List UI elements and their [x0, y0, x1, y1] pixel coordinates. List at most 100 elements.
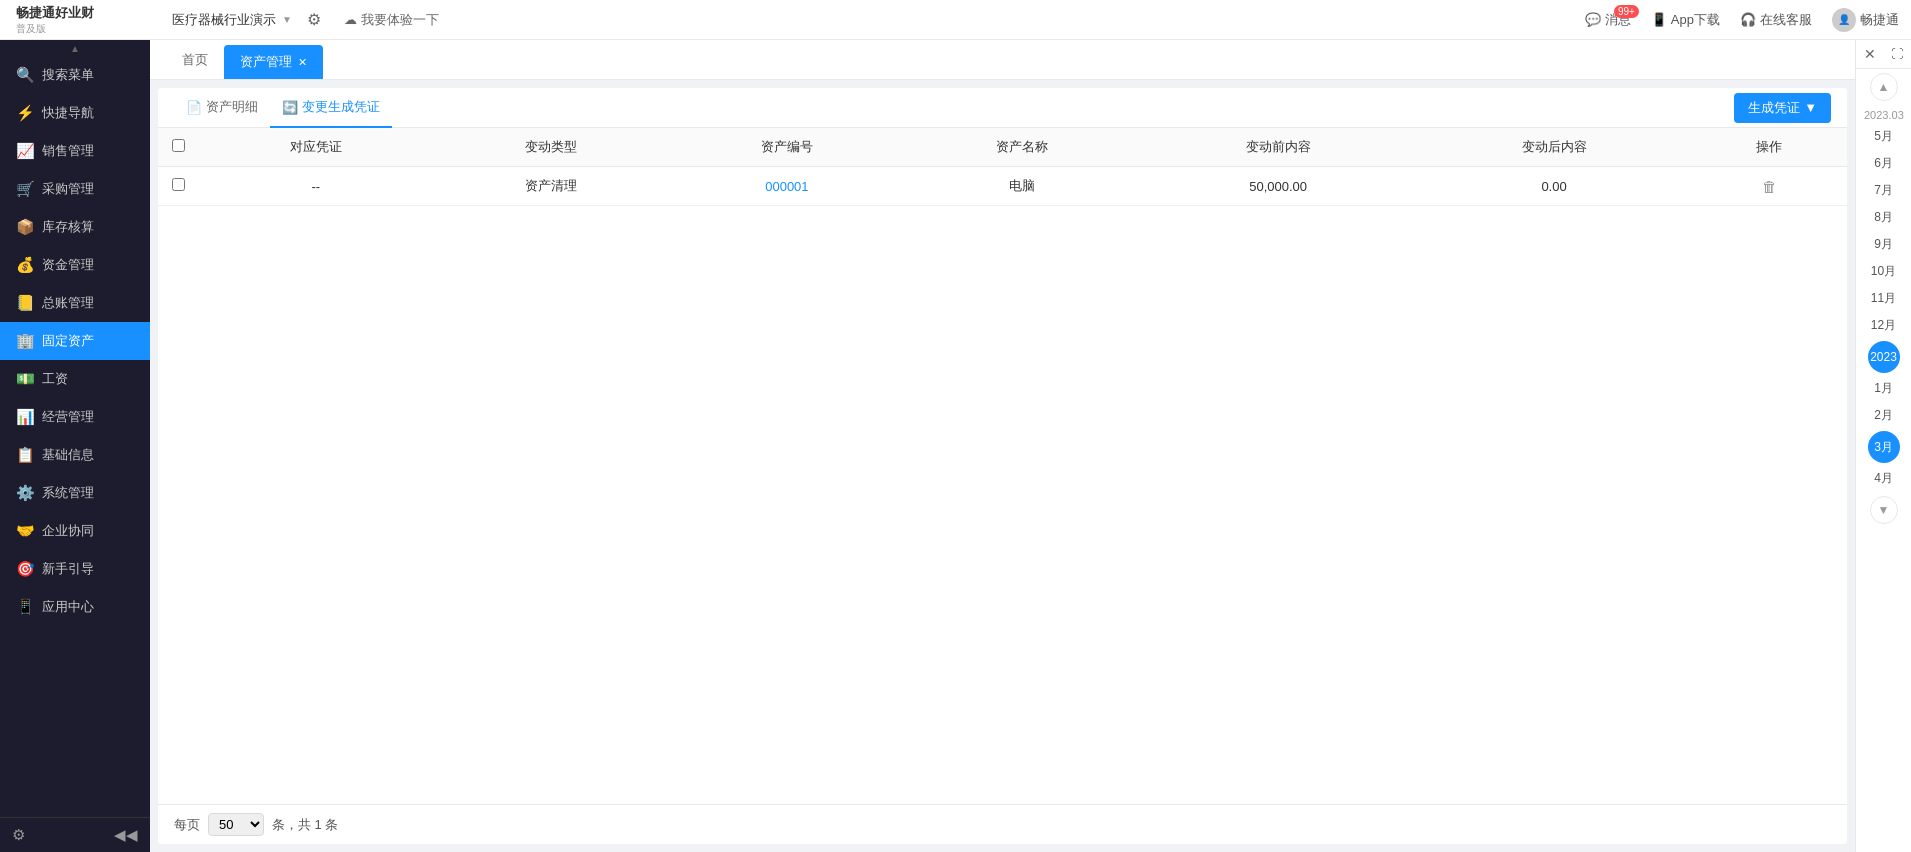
sidebar-item-basicinfo[interactable]: 📋基础信息 [0, 436, 150, 474]
sidebar-item-cooperation[interactable]: 🤝企业协同 [0, 512, 150, 550]
table-header-checkbox [158, 128, 198, 167]
main-layout: ▲ 🔍 搜索菜单 ⚡ 快捷导航 📈 销售管理 🛒采购管理📦库存核算💰资金管理📒总账管理 🏢 固定… [0, 40, 1911, 852]
sub-tab-bar: 📄 资产明细 🔄 变更生成凭证 生成凭证 ▼ [158, 88, 1847, 128]
month-item-8月[interactable]: 8月 [1856, 204, 1911, 231]
sidebar-label-ledger: 总账管理 [42, 294, 94, 312]
month-item-12月[interactable]: 12月 [1856, 312, 1911, 339]
month-item-11月[interactable]: 11月 [1856, 285, 1911, 312]
guide-icon: 🎯 [16, 560, 34, 578]
sidebar-item-salary[interactable]: 💵 工资 [0, 360, 150, 398]
username-label: 畅捷通 [1860, 11, 1899, 29]
month-item-1月[interactable]: 1月 [1856, 375, 1911, 402]
logo-sub: 普及版 [16, 22, 46, 36]
delete-icon-0[interactable]: 🗑 [1762, 178, 1777, 195]
sidebar-label-salary: 工资 [42, 370, 68, 388]
sidebar-label-inventory: 库存核算 [42, 218, 94, 236]
quicknav-icon: ⚡ [16, 104, 34, 122]
sidebar-label-appcenter: 应用中心 [42, 598, 94, 616]
appcenter-icon: 📱 [16, 598, 34, 616]
generate-voucher-button[interactable]: 生成凭证 ▼ [1734, 93, 1831, 123]
user-action[interactable]: 👤 畅捷通 [1832, 8, 1899, 32]
sub-tab-asset-detail[interactable]: 📄 资产明细 [174, 88, 270, 128]
sidebar-collapse-icon[interactable]: ◀◀ [114, 826, 138, 844]
top-header: 畅捷通好业财 普及版 医疗器械行业演示 ▼ ⚙ ☁ 我要体验一下 💬 消息 99… [0, 0, 1911, 40]
messages-badge: 99+ [1614, 5, 1639, 18]
online-service-label: 在线客服 [1760, 11, 1812, 29]
company-selector[interactable]: 医疗器械行业演示 ▼ [172, 11, 292, 29]
tab-asset-mgmt[interactable]: 资产管理 ✕ [224, 45, 323, 79]
fixedassets-icon: 🏢 [16, 332, 34, 350]
sidebar-item-quicknav[interactable]: ⚡ 快捷导航 [0, 94, 150, 132]
online-service-action[interactable]: 🎧 在线客服 [1740, 11, 1812, 29]
page-content: 📄 资产明细 🔄 变更生成凭证 生成凭证 ▼ [158, 88, 1847, 844]
month-item-9月[interactable]: 9月 [1856, 231, 1911, 258]
right-panel: ✕ ⛶ ▲ 2023.03 5月6月7月8月9月10月11月12月 2023 1… [1855, 40, 1911, 852]
sidebar-label-search: 搜索菜单 [42, 66, 94, 84]
scroll-up-arrow[interactable]: ▲ [1870, 73, 1898, 101]
sidebar-item-fixedassets[interactable]: 🏢 固定资产 [0, 322, 150, 360]
sidebar-item-search[interactable]: 🔍 搜索菜单 [0, 56, 150, 94]
right-panel-expand[interactable]: ⛶ [1891, 47, 1903, 61]
sidebar-label-sales: 销售管理 [42, 142, 94, 160]
salary-icon: 💵 [16, 370, 34, 388]
tab-home[interactable]: 首页 [166, 43, 224, 79]
month-item-2月[interactable]: 2月 [1856, 402, 1911, 429]
messages-action[interactable]: 💬 消息 99+ [1585, 11, 1631, 29]
sidebar-item-inventory[interactable]: 📦库存核算 [0, 208, 150, 246]
table-row: -- 资产清理 000001 电脑 50,000.00 0.00 🗑 [158, 167, 1847, 206]
table-footer: 每页 102050100 条，共 1 条 [158, 804, 1847, 844]
phone-icon: 📱 [1651, 12, 1667, 27]
sidebar-item-sales[interactable]: 📈 销售管理 [0, 132, 150, 170]
year-marker-2023[interactable]: 2023 [1868, 341, 1900, 373]
month-item-6月[interactable]: 6月 [1856, 150, 1911, 177]
message-icon: 💬 [1585, 12, 1601, 27]
sidebar-label-quicknav: 快捷导航 [42, 104, 94, 122]
basicinfo-icon: 📋 [16, 446, 34, 464]
app-download-action[interactable]: 📱 App下载 [1651, 11, 1720, 29]
cell-before-0: 50,000.00 [1140, 167, 1416, 206]
experience-button[interactable]: ☁ 我要体验一下 [344, 11, 439, 29]
sidebar-item-guide[interactable]: 🎯新手引导 [0, 550, 150, 588]
month-item-5月[interactable]: 5月 [1856, 123, 1911, 150]
search-icon: 🔍 [16, 66, 34, 84]
chevron-down-icon: ▼ [282, 14, 292, 25]
content-area: 首页 资产管理 ✕ 📄 资产明细 🔄 变更生成凭证 生成凭证 [150, 40, 1855, 852]
month-item-3月[interactable]: 3月 [1868, 431, 1900, 463]
month-item-7月[interactable]: 7月 [1856, 177, 1911, 204]
scroll-down-arrow[interactable]: ▼ [1870, 496, 1898, 524]
sidebar-item-ledger[interactable]: 📒总账管理 [0, 284, 150, 322]
total-label: 条，共 1 条 [272, 816, 338, 834]
sidebar-gear-icon[interactable]: ⚙ [12, 826, 25, 844]
sales-icon: 📈 [16, 142, 34, 160]
app-download-label: App下载 [1671, 11, 1720, 29]
row-select-0[interactable] [172, 178, 185, 191]
sidebar-label-system: 系统管理 [42, 484, 94, 502]
sub-tab-change-voucher[interactable]: 🔄 变更生成凭证 [270, 88, 392, 128]
generate-voucher-label: 生成凭证 [1748, 99, 1800, 117]
per-page-select[interactable]: 102050100 [208, 813, 264, 836]
headset-icon: 🎧 [1740, 12, 1756, 27]
months-before: 5月6月7月8月9月10月11月12月 [1856, 123, 1911, 339]
col-action: 操作 [1692, 128, 1847, 167]
right-panel-close[interactable]: ✕ [1864, 46, 1876, 62]
select-all-checkbox[interactable] [172, 139, 185, 152]
cell-change-type-0: 资产清理 [434, 167, 670, 206]
sidebar-item-system[interactable]: ⚙️系统管理 [0, 474, 150, 512]
sidebar-nav: 🔍 搜索菜单 ⚡ 快捷导航 📈 销售管理 🛒采购管理📦库存核算💰资金管理📒总账管理 🏢 固定资产… [0, 56, 150, 817]
year-label: 2023.03 [1856, 105, 1911, 123]
sidebar-label-cooperation: 企业协同 [42, 522, 94, 540]
sidebar-item-purchase[interactable]: 🛒采购管理 [0, 170, 150, 208]
tab-asset-mgmt-close[interactable]: ✕ [298, 56, 307, 69]
sidebar-item-appcenter[interactable]: 📱 应用中心 [0, 588, 150, 626]
finance-icon: 💰 [16, 256, 34, 274]
sidebar-scroll-up[interactable]: ▲ [0, 40, 150, 56]
sidebar-label-fixedassets: 固定资产 [42, 332, 94, 350]
logo-text: 畅捷通好业财 [16, 4, 94, 22]
month-item-10月[interactable]: 10月 [1856, 258, 1911, 285]
settings-icon[interactable]: ⚙ [300, 6, 328, 34]
month-item-4月[interactable]: 4月 [1856, 465, 1911, 492]
sidebar-label-purchase: 采购管理 [42, 180, 94, 198]
cell-after-0: 0.00 [1416, 167, 1692, 206]
sidebar-item-finance[interactable]: 💰资金管理 [0, 246, 150, 284]
sidebar-item-operations[interactable]: 📊经营管理 [0, 398, 150, 436]
